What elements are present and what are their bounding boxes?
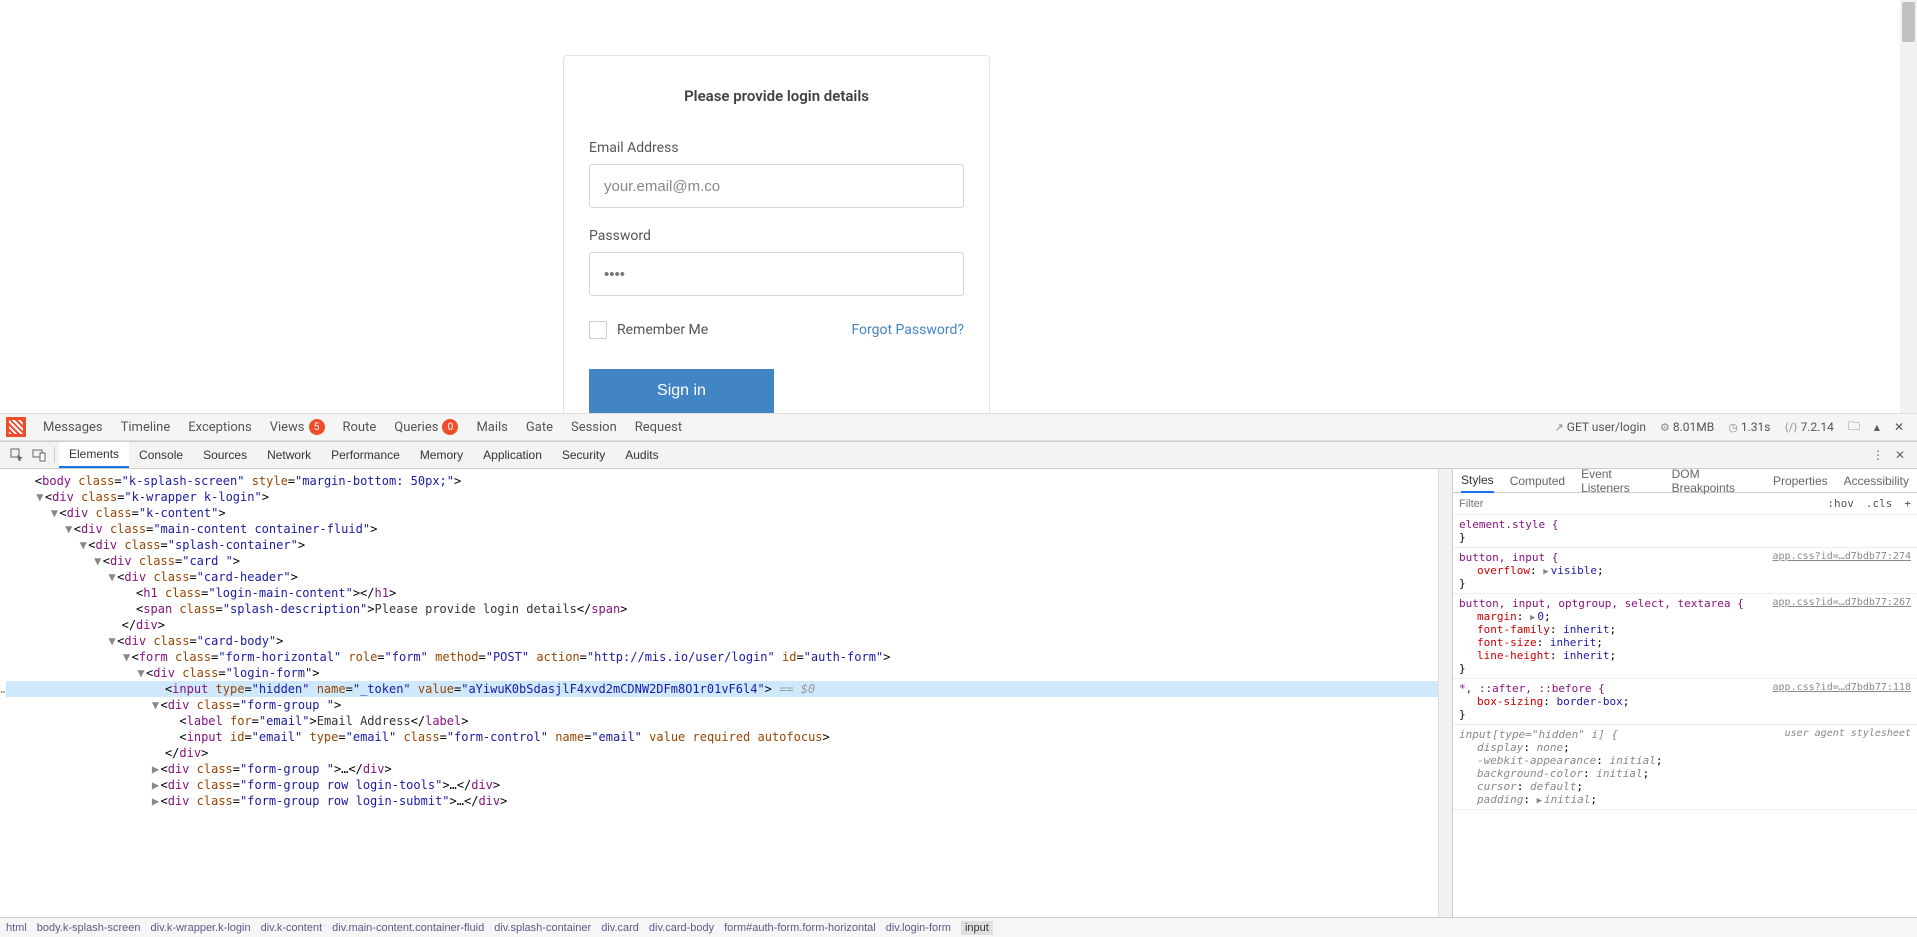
- debugbar-folder-icon[interactable]: 🗀: [1841, 417, 1867, 438]
- styles-filter-input[interactable]: [1453, 496, 1821, 512]
- device-icon[interactable]: [28, 444, 50, 466]
- stab-properties[interactable]: Properties: [1773, 470, 1828, 492]
- email-label: Email Address: [589, 140, 964, 156]
- debugbar-request[interactable]: Request: [626, 414, 691, 440]
- stab-accessibility[interactable]: Accessibility: [1844, 470, 1909, 492]
- remember-label: Remember Me: [617, 322, 708, 338]
- rule-source-link[interactable]: app.css?id=…d7bdb77:274: [1773, 551, 1911, 562]
- rule-source-ua: user agent stylesheet: [1785, 728, 1911, 739]
- forgot-password-link[interactable]: Forgot Password?: [851, 322, 964, 338]
- views-badge: 5: [309, 419, 325, 435]
- crumb[interactable]: div.splash-container: [494, 922, 591, 934]
- debugbar-logo-icon: [6, 417, 26, 437]
- login-card: Please provide login details Email Addre…: [563, 55, 990, 413]
- rule-user-agent: user agent stylesheet input[type="hidden…: [1453, 725, 1917, 810]
- tab-memory[interactable]: Memory: [410, 442, 473, 468]
- elements-scrollbar[interactable]: [1438, 469, 1452, 917]
- tab-elements[interactable]: Elements: [59, 442, 129, 468]
- clock-icon: ◷: [1728, 421, 1738, 434]
- styles-tabs: Styles Computed Event Listeners DOM Brea…: [1453, 469, 1917, 493]
- viewport: Please provide login details Email Addre…: [0, 0, 1917, 937]
- crumb[interactable]: div.card-body: [649, 922, 714, 934]
- selected-element-row: <input type="hidden" name="_token" value…: [6, 681, 1438, 697]
- code-icon: ⟨/⟩: [1784, 421, 1797, 434]
- tab-performance[interactable]: Performance: [321, 442, 410, 468]
- crumb-current[interactable]: input: [961, 921, 993, 935]
- rule-button-input: app.css?id=…d7bdb77:274 button, input { …: [1453, 548, 1917, 594]
- debugbar-gate[interactable]: Gate: [517, 414, 562, 440]
- inspect-icon[interactable]: [6, 444, 28, 466]
- share-icon: ↗: [1555, 421, 1564, 434]
- tab-network[interactable]: Network: [257, 442, 321, 468]
- debugbar-views[interactable]: Views5: [261, 414, 334, 440]
- crumb[interactable]: div.card: [601, 922, 639, 934]
- password-input[interactable]: [589, 252, 964, 296]
- devtools-tabs: Elements Console Sources Network Perform…: [0, 442, 1917, 469]
- queries-badge: 0: [442, 419, 458, 435]
- login-title: Please provide login details: [684, 87, 869, 105]
- hov-toggle[interactable]: :hov: [1821, 497, 1860, 510]
- styles-filter-row: :hov .cls +: [1453, 493, 1917, 515]
- debugbar-timeline[interactable]: Timeline: [112, 414, 180, 440]
- crumb[interactable]: div.main-content.container-fluid: [332, 922, 484, 934]
- rule-inputs-group: app.css?id=…d7bdb77:267 button, input, o…: [1453, 594, 1917, 679]
- add-rule-icon[interactable]: +: [1898, 497, 1917, 510]
- debugbar-php[interactable]: ⟨/⟩7.2.14: [1777, 420, 1840, 434]
- sign-in-button[interactable]: Sign in: [589, 369, 774, 413]
- devtools-menu-icon[interactable]: ⋮: [1867, 444, 1889, 466]
- remember-me[interactable]: Remember Me: [589, 321, 708, 339]
- password-label: Password: [589, 228, 964, 244]
- crumb[interactable]: div.login-form: [886, 922, 951, 934]
- elements-tree[interactable]: <body class="k-splash-screen" style="mar…: [0, 469, 1438, 917]
- remember-checkbox[interactable]: [589, 321, 607, 339]
- crumb[interactable]: div.k-wrapper.k-login: [151, 922, 251, 934]
- debugbar-memory[interactable]: ⚙8.01MB: [1653, 420, 1721, 434]
- debugbar-messages[interactable]: Messages: [34, 414, 112, 440]
- breadcrumb: html body.k-splash-screen div.k-wrapper.…: [0, 917, 1917, 937]
- debugbar-route-info[interactable]: ↗GET user/login: [1548, 420, 1653, 434]
- stab-computed[interactable]: Computed: [1510, 470, 1565, 492]
- tab-security[interactable]: Security: [552, 442, 615, 468]
- devtools-close-icon[interactable]: ✕: [1889, 444, 1911, 466]
- rule-source-link[interactable]: app.css?id=…d7bdb77:118: [1773, 682, 1911, 693]
- devtools: Elements Console Sources Network Perform…: [0, 441, 1917, 937]
- scrollbar-thumb[interactable]: [1902, 2, 1915, 42]
- styles-panel: Styles Computed Event Listeners DOM Brea…: [1452, 469, 1917, 917]
- crumb[interactable]: div.k-content: [261, 922, 323, 934]
- crumb[interactable]: body.k-splash-screen: [37, 922, 141, 934]
- debugbar-exceptions[interactable]: Exceptions: [179, 414, 260, 440]
- cogs-icon: ⚙: [1660, 421, 1670, 434]
- debugbar-route[interactable]: Route: [334, 414, 386, 440]
- email-input[interactable]: [589, 164, 964, 208]
- crumb[interactable]: html: [6, 922, 27, 934]
- crumb[interactable]: form#auth-form.form-horizontal: [724, 922, 876, 934]
- tab-console[interactable]: Console: [129, 442, 193, 468]
- rule-source-link[interactable]: app.css?id=…d7bdb77:267: [1773, 597, 1911, 608]
- debugbar-mails[interactable]: Mails: [467, 414, 516, 440]
- rule-element-style: element.style { }: [1453, 515, 1917, 548]
- tab-application[interactable]: Application: [473, 442, 552, 468]
- tab-audits[interactable]: Audits: [615, 442, 668, 468]
- debugbar: Messages Timeline Exceptions Views5 Rout…: [0, 413, 1917, 441]
- rule-universal: app.css?id=…d7bdb77:118 *, ::after, ::be…: [1453, 679, 1917, 725]
- debugbar-session[interactable]: Session: [562, 414, 626, 440]
- debugbar-time[interactable]: ◷1.31s: [1721, 420, 1777, 434]
- debugbar-right: ↗GET user/login ⚙8.01MB ◷1.31s ⟨/⟩7.2.14…: [1548, 417, 1911, 438]
- devtools-body: <body class="k-splash-screen" style="mar…: [0, 469, 1917, 917]
- page-content: Please provide login details Email Addre…: [0, 0, 1917, 413]
- card-header: Please provide login details: [564, 56, 989, 115]
- tab-sources[interactable]: Sources: [193, 442, 257, 468]
- page-scrollbar[interactable]: [1900, 0, 1917, 413]
- stab-styles[interactable]: Styles: [1461, 469, 1494, 493]
- styles-rules[interactable]: element.style { } app.css?id=…d7bdb77:27…: [1453, 515, 1917, 917]
- debugbar-close-icon[interactable]: ✕: [1887, 420, 1911, 434]
- card-body: Email Address Password Remember Me Forgo…: [564, 115, 989, 413]
- login-tools: Remember Me Forgot Password?: [589, 321, 964, 339]
- cls-toggle[interactable]: .cls: [1860, 497, 1899, 510]
- debugbar-up-icon[interactable]: ▴: [1867, 420, 1887, 434]
- debugbar-queries[interactable]: Queries0: [385, 414, 467, 440]
